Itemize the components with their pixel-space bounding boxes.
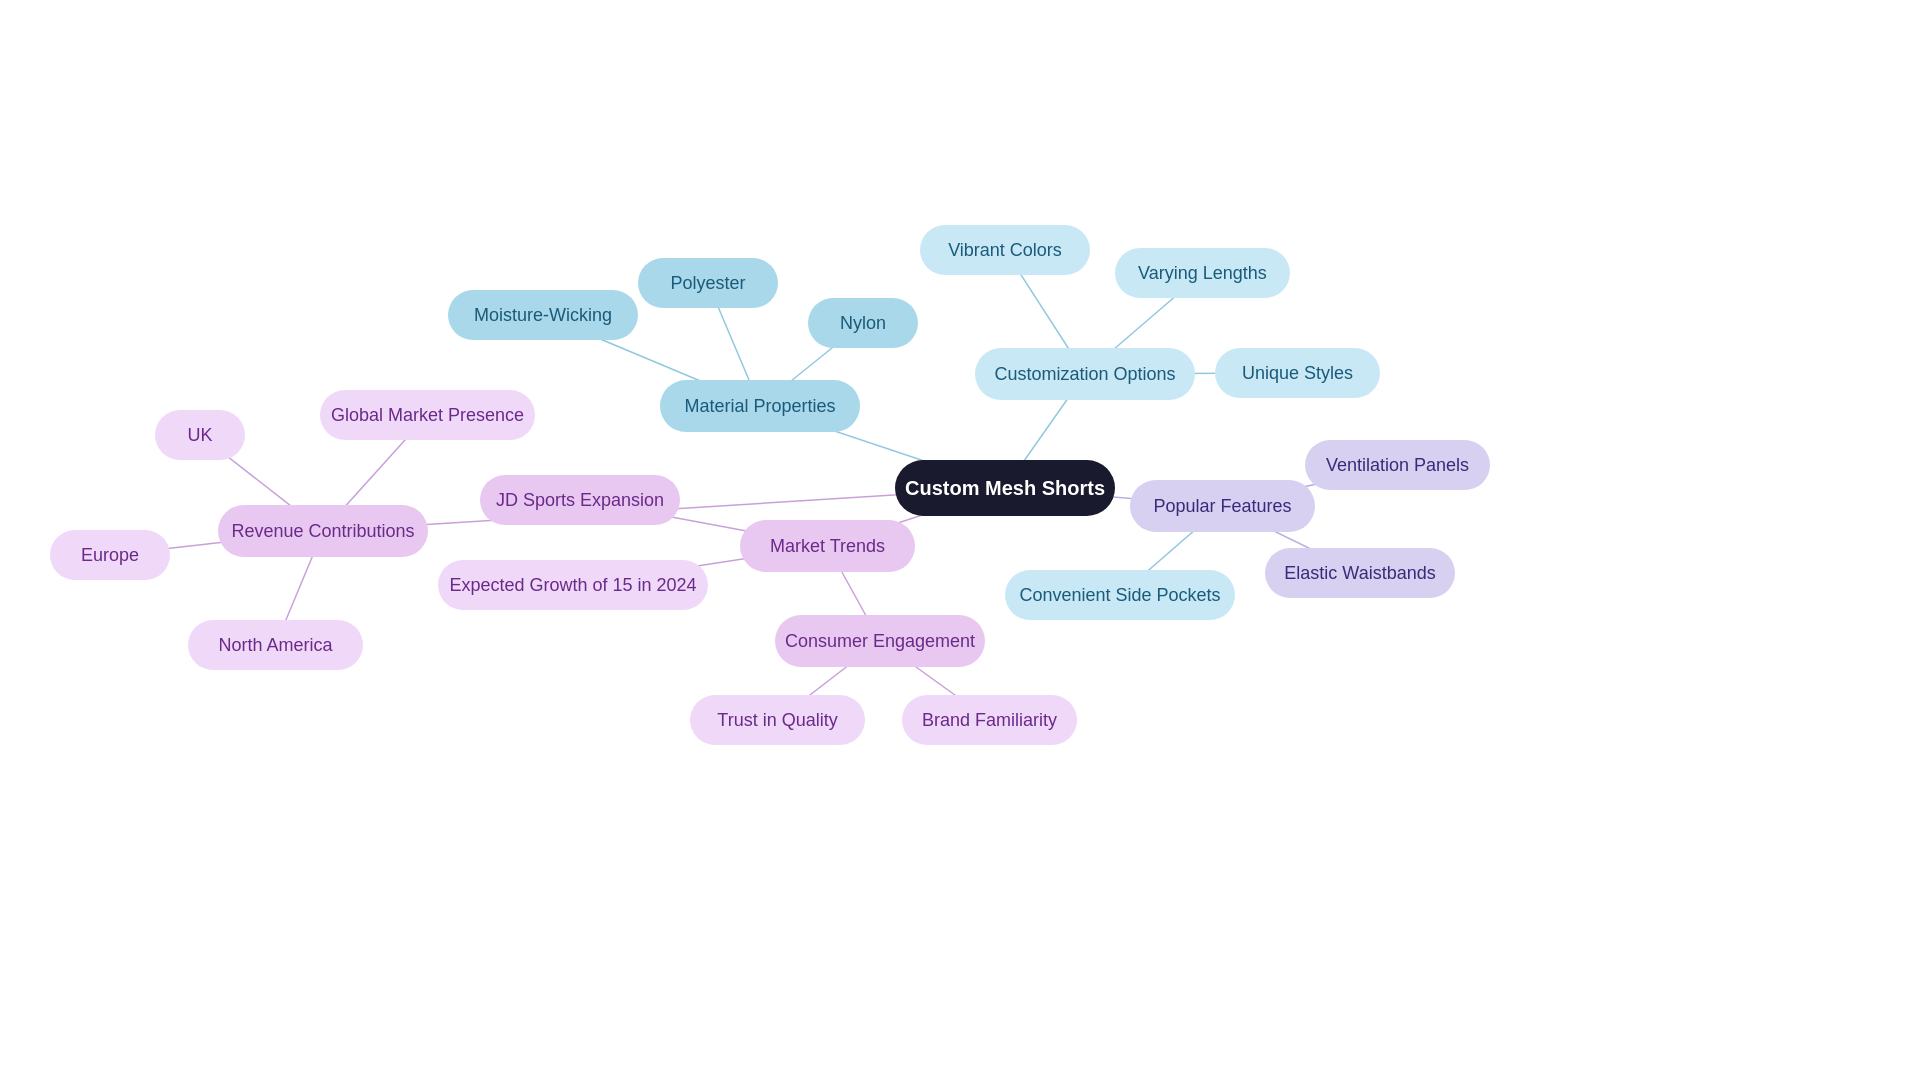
node-label-customization_options: Customization Options	[994, 364, 1175, 385]
node-material_properties[interactable]: Material Properties	[660, 380, 860, 432]
node-label-jd_sports_expansion: JD Sports Expansion	[496, 490, 664, 511]
node-unique_styles[interactable]: Unique Styles	[1215, 348, 1380, 398]
node-convenient_side_pockets[interactable]: Convenient Side Pockets	[1005, 570, 1235, 620]
node-label-unique_styles: Unique Styles	[1242, 363, 1353, 384]
node-moisture_wicking[interactable]: Moisture-Wicking	[448, 290, 638, 340]
node-label-vibrant_colors: Vibrant Colors	[948, 240, 1062, 261]
node-jd_sports_expansion[interactable]: JD Sports Expansion	[480, 475, 680, 525]
node-trust_in_quality[interactable]: Trust in Quality	[690, 695, 865, 745]
node-label-moisture_wicking: Moisture-Wicking	[474, 305, 612, 326]
node-vibrant_colors[interactable]: Vibrant Colors	[920, 225, 1090, 275]
node-label-varying_lengths: Varying Lengths	[1138, 263, 1267, 284]
node-nylon[interactable]: Nylon	[808, 298, 918, 348]
node-consumer_engagement[interactable]: Consumer Engagement	[775, 615, 985, 667]
node-label-ventilation_panels: Ventilation Panels	[1326, 455, 1469, 476]
node-popular_features[interactable]: Popular Features	[1130, 480, 1315, 532]
node-label-uk: UK	[187, 425, 212, 446]
node-expected_growth[interactable]: Expected Growth of 15 in 2024	[438, 560, 708, 610]
node-label-nylon: Nylon	[840, 313, 886, 334]
node-label-material_properties: Material Properties	[684, 396, 835, 417]
node-north_america[interactable]: North America	[188, 620, 363, 670]
node-elastic_waistbands[interactable]: Elastic Waistbands	[1265, 548, 1455, 598]
node-label-global_market_presence: Global Market Presence	[331, 405, 524, 426]
node-label-revenue_contributions: Revenue Contributions	[231, 521, 414, 542]
mindmap-container: Custom Mesh Shorts Material Properties Pol…	[0, 0, 1920, 1083]
node-revenue_contributions[interactable]: Revenue Contributions	[218, 505, 428, 557]
node-label-center: Custom Mesh Shorts	[905, 477, 1105, 500]
node-label-brand_familiarity: Brand Familiarity	[922, 710, 1057, 731]
node-europe[interactable]: Europe	[50, 530, 170, 580]
node-varying_lengths[interactable]: Varying Lengths	[1115, 248, 1290, 298]
node-label-expected_growth: Expected Growth of 15 in 2024	[449, 575, 696, 596]
node-label-consumer_engagement: Consumer Engagement	[785, 631, 975, 652]
node-global_market_presence[interactable]: Global Market Presence	[320, 390, 535, 440]
node-label-europe: Europe	[81, 545, 139, 566]
node-brand_familiarity[interactable]: Brand Familiarity	[902, 695, 1077, 745]
node-polyester[interactable]: Polyester	[638, 258, 778, 308]
node-label-polyester: Polyester	[670, 273, 745, 294]
node-market_trends[interactable]: Market Trends	[740, 520, 915, 572]
node-label-market_trends: Market Trends	[770, 536, 885, 557]
node-center[interactable]: Custom Mesh Shorts	[895, 460, 1115, 516]
node-label-trust_in_quality: Trust in Quality	[717, 710, 837, 731]
node-customization_options[interactable]: Customization Options	[975, 348, 1195, 400]
node-label-north_america: North America	[218, 635, 332, 656]
node-label-elastic_waistbands: Elastic Waistbands	[1284, 563, 1435, 584]
node-label-convenient_side_pockets: Convenient Side Pockets	[1019, 585, 1220, 606]
node-uk[interactable]: UK	[155, 410, 245, 460]
node-label-popular_features: Popular Features	[1153, 496, 1291, 517]
node-ventilation_panels[interactable]: Ventilation Panels	[1305, 440, 1490, 490]
